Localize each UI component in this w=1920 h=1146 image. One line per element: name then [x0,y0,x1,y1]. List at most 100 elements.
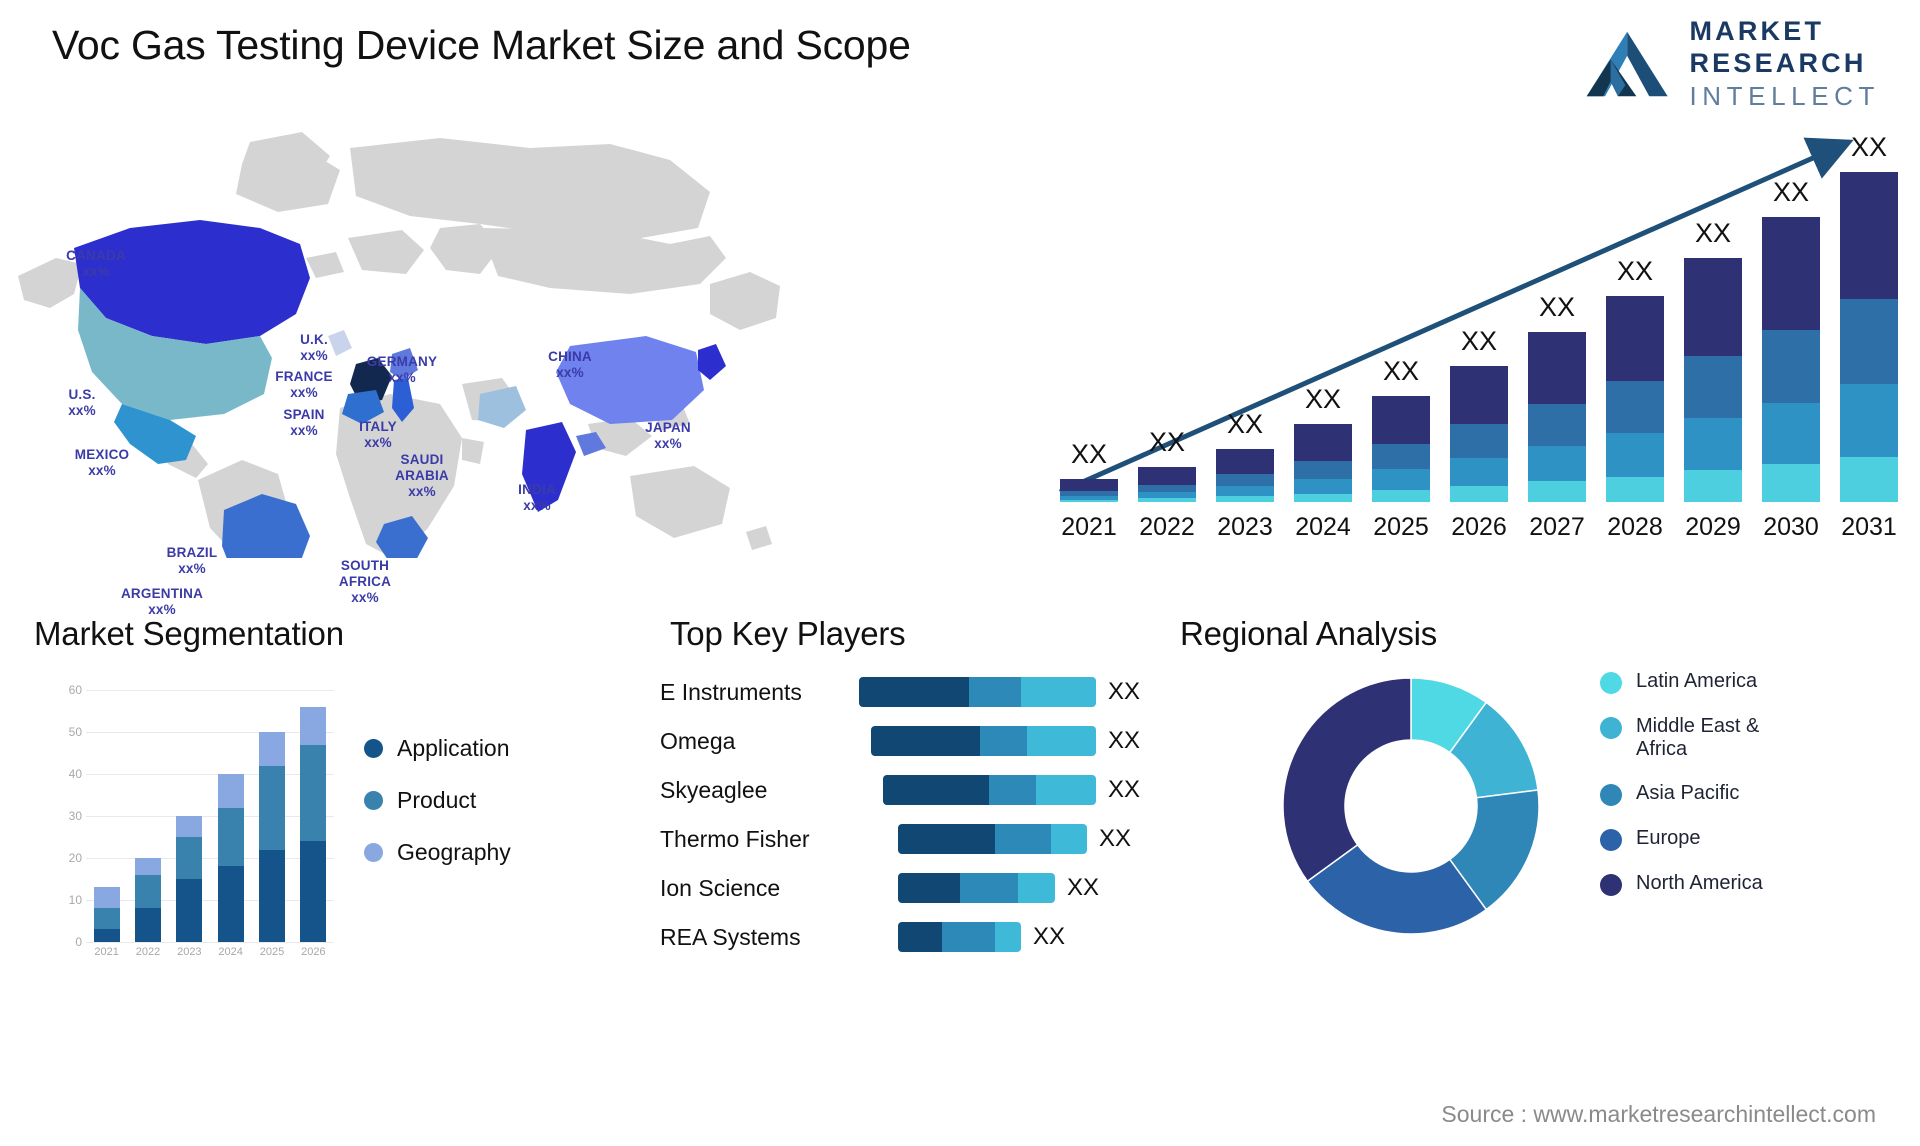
segmentation-legend-label: Geography [397,839,511,865]
segmentation-y-tick: 50 [68,725,82,739]
player-row: Omega XX [660,726,1140,756]
segmentation-legend-item: Product [364,787,511,814]
segmentation-legend-item: Geography [364,839,511,866]
growth-bar-segment [1372,469,1430,490]
growth-bar [1138,466,1196,502]
growth-bar-year: 2028 [1607,513,1663,541]
source-text: Source : www.marketresearchintellect.com [1441,1101,1876,1127]
segmentation-gridline [86,900,334,901]
player-value: XX [1099,825,1132,852]
growth-bar-segment [1450,486,1508,502]
segmentation-bar-segment [135,874,161,909]
segmentation-gridline [86,858,334,859]
player-name: Ion Science [660,874,781,901]
segmentation-legend: Application Product Geography [364,735,511,891]
growth-bar [1216,448,1274,502]
growth-bar-segment [1840,299,1898,385]
infographic-page: Voc Gas Testing Device Market Size and S… [0,0,1920,1146]
growth-bar-segment [1528,481,1586,502]
segmentation-bar [135,858,161,942]
segmentation-bar [259,732,285,942]
regional-legend-item: Asia Pacific [1600,782,1763,806]
legend-dot-icon [1600,672,1622,694]
growth-bar-segment [1372,443,1430,470]
page-title: Voc Gas Testing Device Market Size and S… [52,22,911,68]
growth-bar-segment [1060,478,1118,492]
segmentation-y-tick: 40 [68,767,82,781]
growth-bar-segment [1684,356,1742,419]
segmentation-bar-segment [259,849,285,942]
growth-bar-value: XX [1304,384,1342,415]
segmentation-bar-segment [259,732,285,766]
segmentation-bar [217,774,244,942]
segmentation-y-tick: 30 [68,809,82,823]
regional-legend-item: Latin America [1600,670,1763,694]
regional-donut-chart [1282,677,1540,935]
growth-bar-value: XX [1850,132,1888,162]
legend-dot-icon [1600,874,1622,896]
growth-bar-segment [1216,448,1274,475]
map-label-brazil: BRAZIL xx% [166,545,218,576]
growth-bar-segment [1528,403,1586,447]
player-bar-segment [995,824,1051,854]
map-label-germany: GERMANY xx% [366,354,438,385]
growth-bar-segment [1840,384,1898,458]
growth-bar [1684,258,1742,502]
player-bar-segment [883,775,990,805]
regional-legend: Latin America Middle East & Africa Asia Pa… [1600,670,1763,917]
growth-bar-segment [1606,295,1664,381]
player-bar-segment [898,873,960,903]
segmentation-bar-segment [135,858,161,875]
segmentation-x-tick: 2022 [135,946,161,958]
legend-dot-icon [364,843,383,862]
growth-bar-year: 2025 [1373,513,1429,541]
player-bar-segment [859,677,969,707]
segmentation-bar-segment [217,866,244,942]
growth-bar [1840,172,1898,502]
growth-bar-segment [1138,466,1196,486]
segmentation-x-tick: 2026 [301,946,326,958]
map-label-china: CHINA xx% [548,349,592,380]
segmentation-bar [93,887,120,942]
growth-bar-segment [1606,432,1664,477]
legend-dot-icon [364,739,383,758]
segmentation-y-tick: 20 [68,851,82,865]
growth-bar-value: XX [1382,356,1420,387]
segmentation-plot: 0 10 20 30 40 50 60 2021 2022 2023 2024 2025 2026 [69,683,334,958]
segmentation-x-tick: 2025 [259,946,285,958]
player-bar-segment [898,922,942,952]
growth-bar-segment [1606,476,1664,502]
segmentation-gridline [86,942,334,943]
world-map: CANADA xx% U.S. xx% MEXICO xx% BRAZIL xx% AR… [10,108,810,617]
growth-bar-segment [1294,460,1352,479]
growth-bar-segment [1762,329,1820,403]
logo-mountain-icon [1587,31,1669,96]
segmentation-x-tick: 2021 [94,946,119,958]
map-label-argentina: ARGENTINA xx% [120,586,204,617]
growth-bar-segment [1450,424,1508,459]
growth-bar-year: 2023 [1217,513,1273,541]
regional-legend-item: North America [1600,872,1763,896]
growth-bar-segment [1060,499,1118,502]
player-row: REA Systems XX [660,922,1140,952]
player-row: E Instruments XX [660,677,1140,707]
growth-bar [1450,366,1508,502]
player-bar-segment [1021,677,1096,707]
growth-bar [1606,295,1664,502]
growth-bar-segment [1450,458,1508,487]
player-name: Skyeaglee [660,776,768,803]
growth-bar-segment [1762,216,1820,330]
map-label-italy: ITALY xx% [359,419,397,450]
regional-legend-item: Middle East & Africa [1600,715,1763,761]
player-row: Ion Science XX [660,873,1140,903]
segmentation-bar-segment [300,706,327,745]
segmentation-gridline [86,774,334,775]
segmentation-gridline [86,690,334,691]
growth-bar [1060,478,1118,502]
growth-bar-value: XX [1694,218,1732,249]
player-bar [898,873,1055,903]
player-bar-segment [1036,775,1096,805]
growth-bar-year: 2021 [1061,513,1117,541]
growth-bar-segment [1606,380,1664,433]
growth-bar-year: 2029 [1685,513,1741,541]
